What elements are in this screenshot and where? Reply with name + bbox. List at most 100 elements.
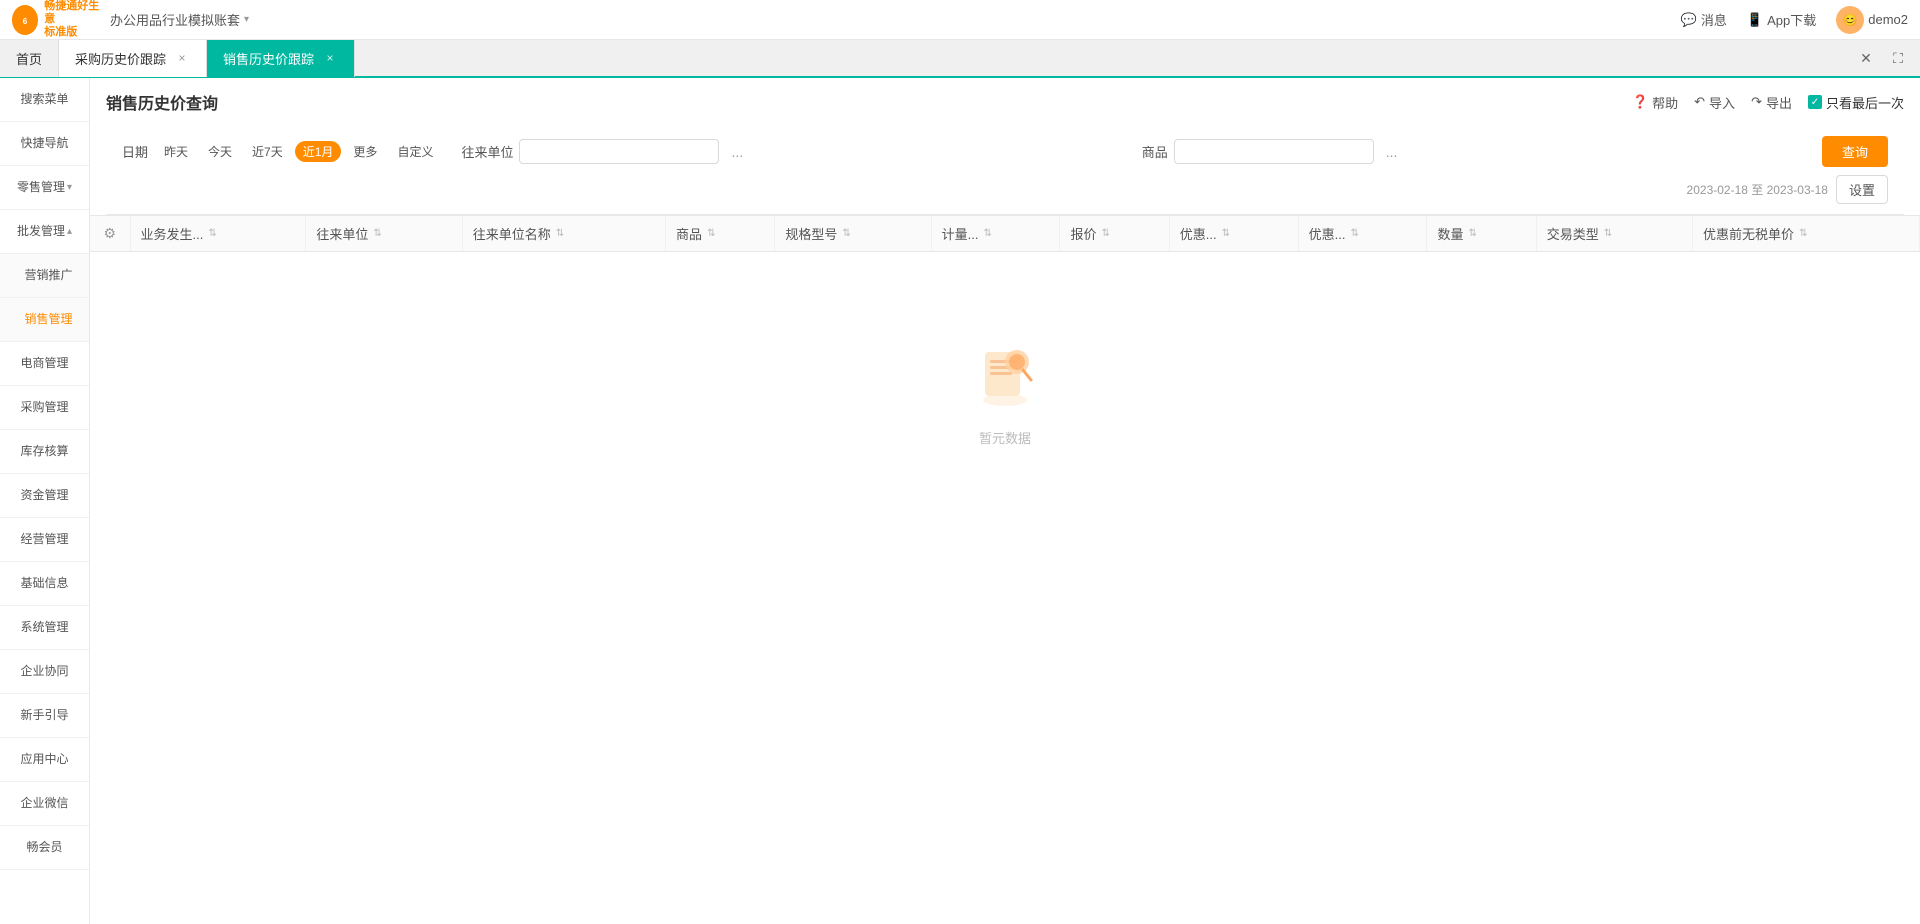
date-option-more[interactable]: 更多 [345,141,385,162]
date-range-display: 2023-02-18 至 2023-03-18 [1687,181,1828,198]
import-button[interactable]: ↶ 导入 [1694,93,1735,112]
table-th-counterparty[interactable]: 往来单位 ⇅ [306,216,462,252]
sidebar-item-enterprise-agreement[interactable]: 企业协同 [0,650,89,694]
help-icon: ❓ [1632,94,1648,110]
account-selector[interactable]: 办公用品行业模拟账套 ▾ [102,6,257,33]
tab-sales-history-label: 销售历史价跟踪 [223,49,314,68]
sort-icon-spec: ⇅ [842,228,850,239]
sidebar-item-business-mgmt[interactable]: 经营管理 [0,518,89,562]
sort-icon-discount2: ⇅ [1350,228,1358,239]
close-all-button[interactable]: ✕ [1852,44,1880,72]
tab-purchase-history-close[interactable]: × [174,50,190,66]
chevron-down-icon: ▾ [244,14,249,25]
top-bar: 6 畅捷通好生意 标准版 办公用品行业模拟账套 ▾ 💬 消息 📱 App下载 😊… [0,0,1920,40]
date-option-custom[interactable]: 自定义 [389,141,441,162]
logo-text: 畅捷通好生意 标准版 [44,0,102,39]
date-filter-label: 日期 [122,142,148,161]
tab-sales-history-close[interactable]: × [322,50,338,66]
sidebar-item-wholesale-mgmt[interactable]: 批发管理 ▴ [0,210,89,254]
sort-icon-pre-discount-price: ⇅ [1799,228,1807,239]
data-table: ⚙ 业务发生... ⇅ 往来单位 ⇅ [90,216,1920,252]
sort-icon-biz-date: ⇅ [208,228,216,239]
table-th-trade-type[interactable]: 交易类型 ⇅ [1536,216,1692,252]
tab-home-label: 首页 [16,49,42,68]
sort-icon-quantity: ⇅ [1468,228,1476,239]
table-container: ⚙ 业务发生... ⇅ 往来单位 ⇅ [90,216,1920,924]
date-option-yesterday[interactable]: 昨天 [156,141,196,162]
sidebar-item-app-center[interactable]: 应用中心 [0,738,89,782]
sidebar: 搜索菜单 快捷导航 零售管理 ▾ 批发管理 ▴ 营销推广 销售管理 电商管理 采 [0,78,90,924]
top-bar-right: 💬 消息 📱 App下载 😊 demo2 [1681,6,1908,34]
export-button[interactable]: ↷ 导出 [1751,93,1792,112]
sidebar-item-finance-mgmt[interactable]: 资金管理 [0,474,89,518]
counterparty-filter-group: 往来单位 ... [461,139,1121,164]
page-actions: ❓ 帮助 ↶ 导入 ↷ 导出 ✓ 只看最后一次 [1632,93,1904,112]
import-icon: ↶ [1694,94,1705,110]
table-th-unit[interactable]: 计量... ⇅ [931,216,1060,252]
tab-purchase-history[interactable]: 采购历史价跟踪 × [59,39,207,77]
tab-sales-history[interactable]: 销售历史价跟踪 × [207,39,355,77]
date-option-last1month[interactable]: 近1月 [295,141,342,162]
sort-icon-trade-type: ⇅ [1604,228,1612,239]
table-th-biz-date[interactable]: 业务发生... ⇅ [130,216,306,252]
messaging-button[interactable]: 💬 消息 [1681,10,1727,29]
table-th-discount2[interactable]: 优惠... ⇅ [1298,216,1427,252]
fullscreen-button[interactable]: ⛶ [1884,44,1912,72]
table-th-counterparty-name[interactable]: 往来单位名称 ⇅ [462,216,665,252]
date-option-today[interactable]: 今天 [200,141,240,162]
settings-button[interactable]: 设置 [1836,175,1888,204]
export-icon: ↷ [1751,94,1762,110]
table-th-spec[interactable]: 规格型号 ⇅ [775,216,931,252]
sidebar-item-system-mgmt[interactable]: 系统管理 [0,606,89,650]
avatar: 😊 [1836,6,1864,34]
page-header: 销售历史价查询 ❓ 帮助 ↶ 导入 ↷ 导出 ✓ [90,78,1920,216]
sidebar-item-inventory[interactable]: 库存核算 [0,430,89,474]
sort-icon-quote: ⇅ [1102,228,1110,239]
date-filter-group: 日期 昨天 今天 近7天 近1月 更多 自定义 [122,141,441,162]
counterparty-input[interactable] [519,139,719,164]
sidebar-item-purchase-mgmt[interactable]: 采购管理 [0,386,89,430]
app-download-button[interactable]: 📱 App下载 [1747,10,1816,29]
sidebar-item-retail-mgmt[interactable]: 零售管理 ▾ [0,166,89,210]
sort-icon-counterparty: ⇅ [373,228,381,239]
table-th-quote[interactable]: 报价 ⇅ [1060,216,1169,252]
help-button[interactable]: ❓ 帮助 [1632,93,1678,112]
sidebar-item-new-guide[interactable]: 新手引导 [0,694,89,738]
tab-home[interactable]: 首页 [0,39,59,77]
sidebar-item-search-menu[interactable]: 搜索菜单 [0,78,89,122]
only-last-checkbox[interactable]: ✓ [1808,95,1822,109]
user-menu[interactable]: 😊 demo2 [1836,6,1908,34]
sort-icon-product: ⇅ [707,228,715,239]
sidebar-item-member[interactable]: 畅会员 [0,826,89,870]
table-th-quantity[interactable]: 数量 ⇅ [1427,216,1536,252]
filter-section: 日期 昨天 今天 近7天 近1月 更多 自定义 往来单位 [106,124,1904,215]
main-layout: 搜索菜单 快捷导航 零售管理 ▾ 批发管理 ▴ 营销推广 销售管理 电商管理 采 [0,78,1920,924]
table-th-settings[interactable]: ⚙ [90,216,130,252]
sidebar-item-quick-nav[interactable]: 快捷导航 [0,122,89,166]
counterparty-dots-button[interactable]: ... [725,142,749,162]
date-option-last7days[interactable]: 近7天 [244,141,291,162]
table-th-product[interactable]: 商品 ⇅ [666,216,775,252]
sidebar-item-ecommerce-mgmt[interactable]: 电商管理 [0,342,89,386]
page-title: 销售历史价查询 [106,90,218,114]
sidebar-item-marketing[interactable]: 营销推广 [0,254,89,298]
product-dots-button[interactable]: ... [1380,142,1404,162]
sort-icon-discount1: ⇅ [1222,228,1230,239]
empty-state-icon [965,332,1045,412]
table-header-row: ⚙ 业务发生... ⇅ 往来单位 ⇅ [90,216,1920,252]
gear-icon: ⚙ [103,225,116,241]
sidebar-item-basic-info[interactable]: 基础信息 [0,562,89,606]
table-th-discount1[interactable]: 优惠... ⇅ [1169,216,1298,252]
query-button[interactable]: 查询 [1822,136,1888,167]
retail-expand-icon: ▾ [67,182,72,193]
empty-text: 暂元数据 [979,428,1031,447]
sidebar-item-enterprise-wechat[interactable]: 企业微信 [0,782,89,826]
tab-purchase-history-label: 采购历史价跟踪 [75,49,166,68]
sidebar-item-sales-mgmt[interactable]: 销售管理 [0,298,89,342]
product-input[interactable] [1174,139,1374,164]
table-th-pre-discount-price[interactable]: 优惠前无税单价 ⇅ [1693,216,1920,252]
only-last-checkbox-group[interactable]: ✓ 只看最后一次 [1808,93,1904,112]
product-filter-group: 商品 ... [1142,139,1802,164]
page-title-row: 销售历史价查询 ❓ 帮助 ↶ 导入 ↷ 导出 ✓ [106,90,1904,114]
date-options: 昨天 今天 近7天 近1月 更多 自定义 [156,141,441,162]
